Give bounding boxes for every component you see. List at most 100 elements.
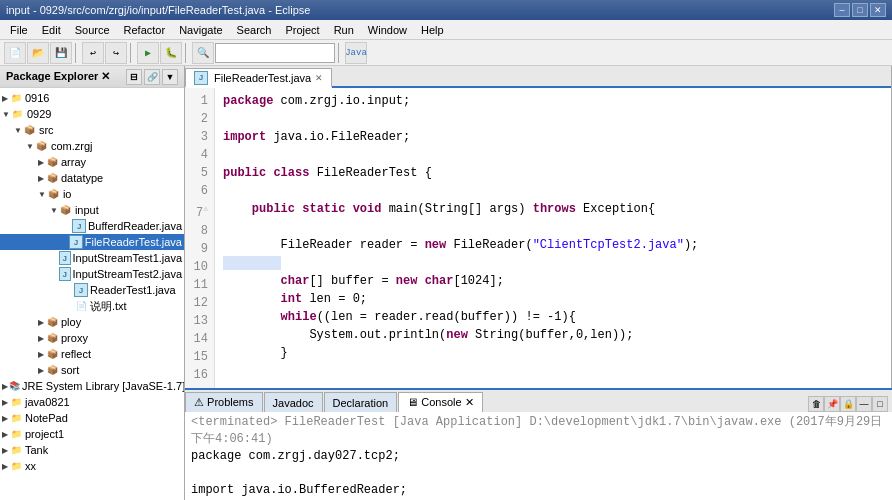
menu-search[interactable]: Search xyxy=(231,22,278,38)
menu-refactor[interactable]: Refactor xyxy=(118,22,172,38)
java-icon-tab: J xyxy=(194,71,208,85)
menu-bar: File Edit Source Refactor Navigate Searc… xyxy=(0,20,892,40)
debug-button[interactable]: 🐛 xyxy=(160,42,182,64)
tree-item-io[interactable]: ▼ 📦 io xyxy=(0,186,184,202)
save-button[interactable]: 💾 xyxy=(50,42,72,64)
tree-item-input[interactable]: ▼ 📦 input xyxy=(0,202,184,218)
tree-item-proxy[interactable]: ▶ 📦 proxy xyxy=(0,330,184,346)
tree-item-inputstreamtest2[interactable]: J InputStreamTest2.java xyxy=(0,266,184,282)
toolbar-separator-1 xyxy=(75,43,79,63)
package-icon-io: 📦 xyxy=(47,187,61,201)
tab-javadoc-label: Javadoc xyxy=(273,397,314,409)
console-clear-button[interactable]: 🗑 xyxy=(808,396,824,412)
tree-item-project1[interactable]: ▶ 📁 project1 xyxy=(0,426,184,442)
minimize-button[interactable]: – xyxy=(834,3,850,17)
redo-button[interactable]: ↪ xyxy=(105,42,127,64)
tree-item-array[interactable]: ▶ 📦 array xyxy=(0,154,184,170)
java-icon-filereadertest: J xyxy=(69,235,82,249)
tab-console-label: 🖥 Console ✕ xyxy=(407,396,473,409)
project-icon-0929: 📁 xyxy=(11,107,25,121)
menu-edit[interactable]: Edit xyxy=(36,22,67,38)
toolbar-separator-4 xyxy=(338,43,342,63)
toolbar: 📄 📂 💾 ↩ ↪ ▶ 🐛 🔍 Java xyxy=(0,40,892,66)
java-icon-bufferedreader: J xyxy=(72,219,86,233)
collapse-all-button[interactable]: ⊟ xyxy=(126,69,142,85)
console-line-terminated: <terminated> FileReaderTest [Java Applic… xyxy=(191,414,886,448)
console-minimize-button[interactable]: — xyxy=(856,396,872,412)
package-explorer: Package Explorer ✕ ⊟ 🔗 ▼ ▶ 📁 0916 ▼ 📁 09… xyxy=(0,66,185,500)
tree-item-shuoming[interactable]: 📄 说明.txt xyxy=(0,298,184,314)
tree-item-java0821[interactable]: ▶ 📁 java0821 xyxy=(0,394,184,410)
project-icon-xx: 📁 xyxy=(9,459,23,473)
tab-close-button[interactable]: ✕ xyxy=(315,73,323,83)
menu-project[interactable]: Project xyxy=(279,22,325,38)
package-icon-input: 📦 xyxy=(59,203,73,217)
undo-button[interactable]: ↩ xyxy=(82,42,104,64)
tree-item-xx[interactable]: ▶ 📁 xx xyxy=(0,458,184,474)
search-input[interactable] xyxy=(215,43,335,63)
tree-item-src[interactable]: ▼ 📦 src xyxy=(0,122,184,138)
code-content[interactable]: package com.zrgj.io.input; import java.i… xyxy=(215,88,891,388)
editor-tab-filereadertest[interactable]: J FileReaderTest.java ✕ xyxy=(185,68,332,88)
new-button[interactable]: 📄 xyxy=(4,42,26,64)
java-perspective-button[interactable]: Java xyxy=(345,42,367,64)
tab-declaration[interactable]: Declaration xyxy=(324,392,398,412)
tab-console[interactable]: 🖥 Console ✕ xyxy=(398,392,482,412)
expand-icon-xx: ▶ xyxy=(2,462,8,471)
tree-item-0929[interactable]: ▼ 📁 0929 xyxy=(0,106,184,122)
search-toolbar-button[interactable]: 🔍 xyxy=(192,42,214,64)
maximize-button[interactable]: □ xyxy=(852,3,868,17)
console-pin-button[interactable]: 📌 xyxy=(824,396,840,412)
tree-item-datatype[interactable]: ▶ 📦 datatype xyxy=(0,170,184,186)
console-scroll-lock-button[interactable]: 🔒 xyxy=(840,396,856,412)
tree-label-java0821: java0821 xyxy=(25,396,70,408)
tree-item-0916[interactable]: ▶ 📁 0916 xyxy=(0,90,184,106)
tree-item-readertest1[interactable]: J ReaderTest1.java xyxy=(0,282,184,298)
tree-item-reflect[interactable]: ▶ 📦 reflect xyxy=(0,346,184,362)
expand-icon-ploy: ▶ xyxy=(38,318,44,327)
tree-item-inputstreamtest1[interactable]: J InputStreamTest1.java xyxy=(0,250,184,266)
tree-item-ploy[interactable]: ▶ 📦 ploy xyxy=(0,314,184,330)
tree-item-filereadertest[interactable]: J FileReaderTest.java xyxy=(0,234,184,250)
console-maximize-button[interactable]: □ xyxy=(872,396,888,412)
bottom-panel: ⚠ Problems Javadoc Declaration 🖥 Console… xyxy=(185,388,892,500)
run-button[interactable]: ▶ xyxy=(137,42,159,64)
expand-icon-sort: ▶ xyxy=(38,366,44,375)
menu-source[interactable]: Source xyxy=(69,22,116,38)
menu-run[interactable]: Run xyxy=(328,22,360,38)
tree-label-xx: xx xyxy=(25,460,36,472)
expand-icon-io: ▼ xyxy=(38,190,46,199)
expand-icon-src: ▼ xyxy=(14,126,22,135)
tab-problems[interactable]: ⚠ Problems xyxy=(185,392,263,412)
tree-item-tank[interactable]: ▶ 📁 Tank xyxy=(0,442,184,458)
tree-label-project1: project1 xyxy=(25,428,64,440)
tree-item-com-zrgj[interactable]: ▼ 📦 com.zrgj xyxy=(0,138,184,154)
tree-label-sort: sort xyxy=(61,364,79,376)
tree-label-inputstreamtest1: InputStreamTest1.java xyxy=(73,252,182,264)
tree-item-sort[interactable]: ▶ 📦 sort xyxy=(0,362,184,378)
editor-tab-bar: J FileReaderTest.java ✕ xyxy=(185,66,891,88)
close-button[interactable]: ✕ xyxy=(870,3,886,17)
tree-item-notepad[interactable]: ▶ 📁 NotePad xyxy=(0,410,184,426)
code-editor[interactable]: 1 2 3 4 5 6 7⚠ 8 9 10 11 12 13 14 15 16 xyxy=(185,88,891,388)
view-menu-button[interactable]: ▼ xyxy=(162,69,178,85)
tree-label-proxy: proxy xyxy=(61,332,88,344)
tree-label-inputstreamtest2: InputStreamTest2.java xyxy=(73,268,182,280)
package-icon-reflect: 📦 xyxy=(45,347,59,361)
expand-icon-0929: ▼ xyxy=(2,110,10,119)
tree-item-bufferedreader[interactable]: J BufferdReader.java xyxy=(0,218,184,234)
tab-javadoc[interactable]: Javadoc xyxy=(264,392,323,412)
menu-navigate[interactable]: Navigate xyxy=(173,22,228,38)
menu-help[interactable]: Help xyxy=(415,22,450,38)
expand-icon-project1: ▶ xyxy=(2,430,8,439)
package-explorer-toolbar: ⊟ 🔗 ▼ xyxy=(126,69,178,85)
bottom-tab-bar: ⚠ Problems Javadoc Declaration 🖥 Console… xyxy=(185,390,892,412)
tree-label-0916: 0916 xyxy=(25,92,49,104)
tree-item-jre[interactable]: ▶ 📚 JRE System Library [JavaSE-1.7] xyxy=(0,378,184,394)
editor-tab-label: FileReaderTest.java xyxy=(214,72,311,84)
menu-window[interactable]: Window xyxy=(362,22,413,38)
menu-file[interactable]: File xyxy=(4,22,34,38)
open-button[interactable]: 📂 xyxy=(27,42,49,64)
console-output[interactable]: <terminated> FileReaderTest [Java Applic… xyxy=(185,412,892,500)
link-with-editor-button[interactable]: 🔗 xyxy=(144,69,160,85)
